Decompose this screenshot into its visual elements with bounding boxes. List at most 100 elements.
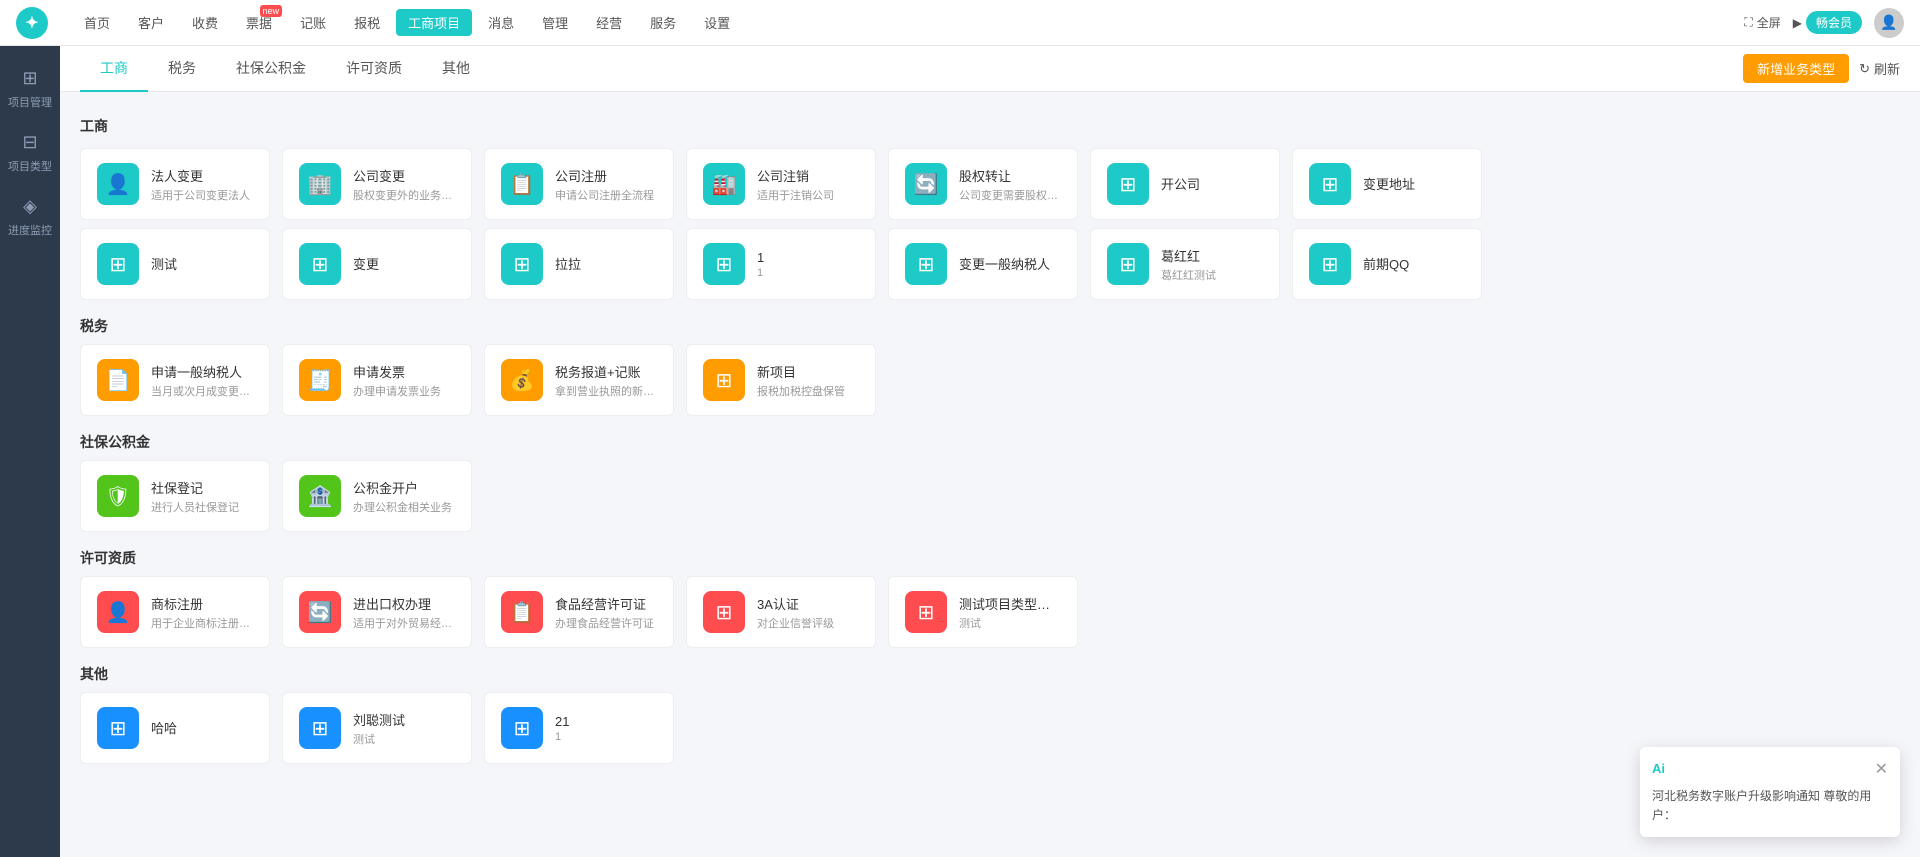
card-icon-biangeng-yiban: ⊞ — [905, 243, 947, 285]
card-icon-jinchu: 🔄 — [299, 591, 341, 633]
tab-other[interactable]: 其他 — [422, 46, 490, 92]
new-badge: new — [260, 5, 283, 17]
sidebar-item-project-type[interactable]: ⊟ 项目类型 — [0, 120, 60, 184]
nav-fee[interactable]: 收费 — [180, 9, 230, 36]
refresh-button[interactable]: ↻ 刷新 — [1859, 59, 1900, 78]
section-title-gongshang: 工商 — [80, 116, 1900, 136]
card-shangbiao[interactable]: 👤 商标注册 用于企业商标注册服务 — [80, 576, 270, 648]
top-navigation: ✦ 首页 客户 收费 票据 new 记账 报税 工商项目 消息 管理 经营 服务… — [0, 0, 1920, 46]
card-title-21: 21 — [555, 714, 657, 729]
card-desc-faziren: 适用于公司变更法人 — [151, 187, 253, 203]
section-title-shebao: 社保公积金 — [80, 432, 1900, 452]
sidebar-item-progress[interactable]: ◈ 进度监控 — [0, 184, 60, 248]
card-desc-jinchu: 适用于对外贸易经营者 — [353, 615, 455, 631]
fullscreen-icon: ⛶ — [1744, 15, 1752, 30]
nav-operation[interactable]: 经营 — [584, 9, 634, 36]
card-xinxiangmu[interactable]: ⊞ 新项目 报税加税控盘保管 — [686, 344, 876, 416]
card-title-shenqing-fapiao: 申请发票 — [353, 362, 455, 381]
card-icon-biangeng: ⊞ — [299, 243, 341, 285]
tab-gongshang[interactable]: 工商 — [80, 46, 148, 92]
refresh-icon: ↻ — [1859, 61, 1870, 77]
card-title-haha: 哈哈 — [151, 718, 253, 737]
fullscreen-btn[interactable]: ⛶ 全屏 — [1744, 14, 1780, 31]
card-ceshi[interactable]: ⊞ 测试 — [80, 228, 270, 300]
card-shebao-dengji[interactable]: 🛡 社保登记 进行人员社保登记 — [80, 460, 270, 532]
card-icon-gongsinota: 🏭 — [703, 163, 745, 205]
tab-xuke[interactable]: 许可资质 — [326, 46, 422, 92]
cards-row-xuke: 👤 商标注册 用于企业商标注册服务 🔄 进出口权办理 适用于对外贸易经营者 📋 … — [80, 576, 1900, 648]
card-icon-one: ⊞ — [703, 243, 745, 285]
nav-message[interactable]: 消息 — [476, 9, 526, 36]
card-biangengdizhi[interactable]: ⊞ 变更地址 — [1292, 148, 1482, 220]
nav-right: ⛶ 全屏 ▶ 畅会员 👤 — [1744, 8, 1904, 38]
nav-home[interactable]: 首页 — [72, 9, 122, 36]
card-gehonghong[interactable]: ⊞ 葛红红 葛红红测试 — [1090, 228, 1280, 300]
nav-accounting[interactable]: 记账 — [288, 9, 338, 36]
card-title-shuiwubao: 税务报道+记账 — [555, 362, 657, 381]
nav-ticket[interactable]: 票据 new — [234, 9, 284, 36]
notif-body: 河北税务数字账户升级影响通知 尊敬的用户： — [1652, 787, 1888, 825]
card-desc-gongjijin: 办理公积金相关业务 — [353, 499, 455, 515]
nav-business[interactable]: 工商项目 — [396, 9, 472, 36]
add-business-type-button[interactable]: 新增业务类型 — [1743, 54, 1849, 83]
card-qianqi[interactable]: ⊞ 前期QQ — [1292, 228, 1482, 300]
card-icon-liucong: ⊞ — [299, 707, 341, 749]
card-title-shenqing-yiban: 申请一般纳税人 — [151, 362, 253, 381]
card-desc-shebao-dengji: 进行人员社保登记 — [151, 499, 253, 515]
section-title-other: 其他 — [80, 664, 1900, 684]
card-icon-gongsibiangeng: 🏢 — [299, 163, 341, 205]
card-title-jinchu: 进出口权办理 — [353, 594, 455, 613]
card-desc-3a: 对企业信誉评级 — [757, 615, 859, 631]
card-shenqing-fapiao[interactable]: 🧾 申请发票 办理申请发票业务 — [282, 344, 472, 416]
card-lala[interactable]: ⊞ 拉拉 — [484, 228, 674, 300]
nav-settings[interactable]: 设置 — [692, 9, 742, 36]
card-gongsibiangeng[interactable]: 🏢 公司变更 股权变更外的业务变更 — [282, 148, 472, 220]
nav-manage[interactable]: 管理 — [530, 9, 580, 36]
vip-btn[interactable]: ▶ 畅会员 — [1793, 11, 1862, 34]
card-haha[interactable]: ⊞ 哈哈 — [80, 692, 270, 764]
card-title-gongsizhu: 公司注册 — [555, 166, 657, 185]
card-title-ceshi-xuke: 测试项目类型目定义 — [959, 594, 1061, 613]
main-content: 工商 税务 社保公积金 许可资质 其他 新增业务类型 ↻ 刷新 工商 👤 法人变… — [60, 46, 1920, 857]
card-icon-faziren: 👤 — [97, 163, 139, 205]
card-21[interactable]: ⊞ 21 1 — [484, 692, 674, 764]
card-title-qianqi: 前期QQ — [1363, 254, 1465, 273]
card-guquan[interactable]: 🔄 股权转让 公司变更需要股权转让 — [888, 148, 1078, 220]
card-desc-21: 1 — [555, 731, 657, 743]
card-faziren[interactable]: 👤 法人变更 适用于公司变更法人 — [80, 148, 270, 220]
cards-row-shuiwu: 📄 申请一般纳税人 当月或次月成变更完成 🧾 申请发票 办理申请发票业务 💰 税… — [80, 344, 1900, 416]
card-gongjijin[interactable]: 🏦 公积金开户 办理公积金相关业务 — [282, 460, 472, 532]
nav-service[interactable]: 服务 — [638, 9, 688, 36]
card-title-xinxiangmu: 新项目 — [757, 362, 859, 381]
card-title-one: 1 — [757, 250, 859, 265]
page-body: 工商 👤 法人变更 适用于公司变更法人 🏢 公司变更 股权变更外的业务变更 📋 — [60, 92, 1920, 788]
card-biangeng[interactable]: ⊞ 变更 — [282, 228, 472, 300]
card-gongsizhu[interactable]: 📋 公司注册 申请公司注册全流程 — [484, 148, 674, 220]
avatar[interactable]: 👤 — [1874, 8, 1904, 38]
card-title-shebao-dengji: 社保登记 — [151, 478, 253, 497]
card-liucong[interactable]: ⊞ 刘聪测试 测试 — [282, 692, 472, 764]
card-shuiwubao[interactable]: 💰 税务报道+记账 拿到营业执照的新公司 — [484, 344, 674, 416]
card-shenqing-yiban[interactable]: 📄 申请一般纳税人 当月或次月成变更完成 — [80, 344, 270, 416]
card-3a[interactable]: ⊞ 3A认证 对企业信誉评级 — [686, 576, 876, 648]
notif-title: Ai — [1652, 761, 1665, 776]
card-biangeng-yiban[interactable]: ⊞ 变更一般纳税人 — [888, 228, 1078, 300]
card-one[interactable]: ⊞ 1 1 — [686, 228, 876, 300]
card-jinchu[interactable]: 🔄 进出口权办理 适用于对外贸易经营者 — [282, 576, 472, 648]
nav-client[interactable]: 客户 — [126, 9, 176, 36]
card-gongsinota[interactable]: 🏭 公司注销 适用于注销公司 — [686, 148, 876, 220]
card-title-biangengdizhi: 变更地址 — [1363, 174, 1465, 193]
card-icon-ceshi: ⊞ — [97, 243, 139, 285]
card-icon-lala: ⊞ — [501, 243, 543, 285]
sidebar-item-project-manage[interactable]: ⊞ 项目管理 — [0, 56, 60, 120]
card-shipin[interactable]: 📋 食品经营许可证 办理食品经营许可证 — [484, 576, 674, 648]
notification-popup: Ai ✕ 河北税务数字账户升级影响通知 尊敬的用户： — [1640, 747, 1900, 837]
tab-shuiwu[interactable]: 税务 — [148, 46, 216, 92]
card-icon-gongsizhu: 📋 — [501, 163, 543, 205]
notif-close-button[interactable]: ✕ — [1875, 759, 1888, 779]
card-kaigongsi[interactable]: ⊞ 开公司 — [1090, 148, 1280, 220]
tab-shebao[interactable]: 社保公积金 — [216, 46, 326, 92]
card-desc-gehonghong: 葛红红测试 — [1161, 267, 1263, 283]
card-ceshi-xuke[interactable]: ⊞ 测试项目类型目定义 测试 — [888, 576, 1078, 648]
nav-tax[interactable]: 报税 — [342, 9, 392, 36]
